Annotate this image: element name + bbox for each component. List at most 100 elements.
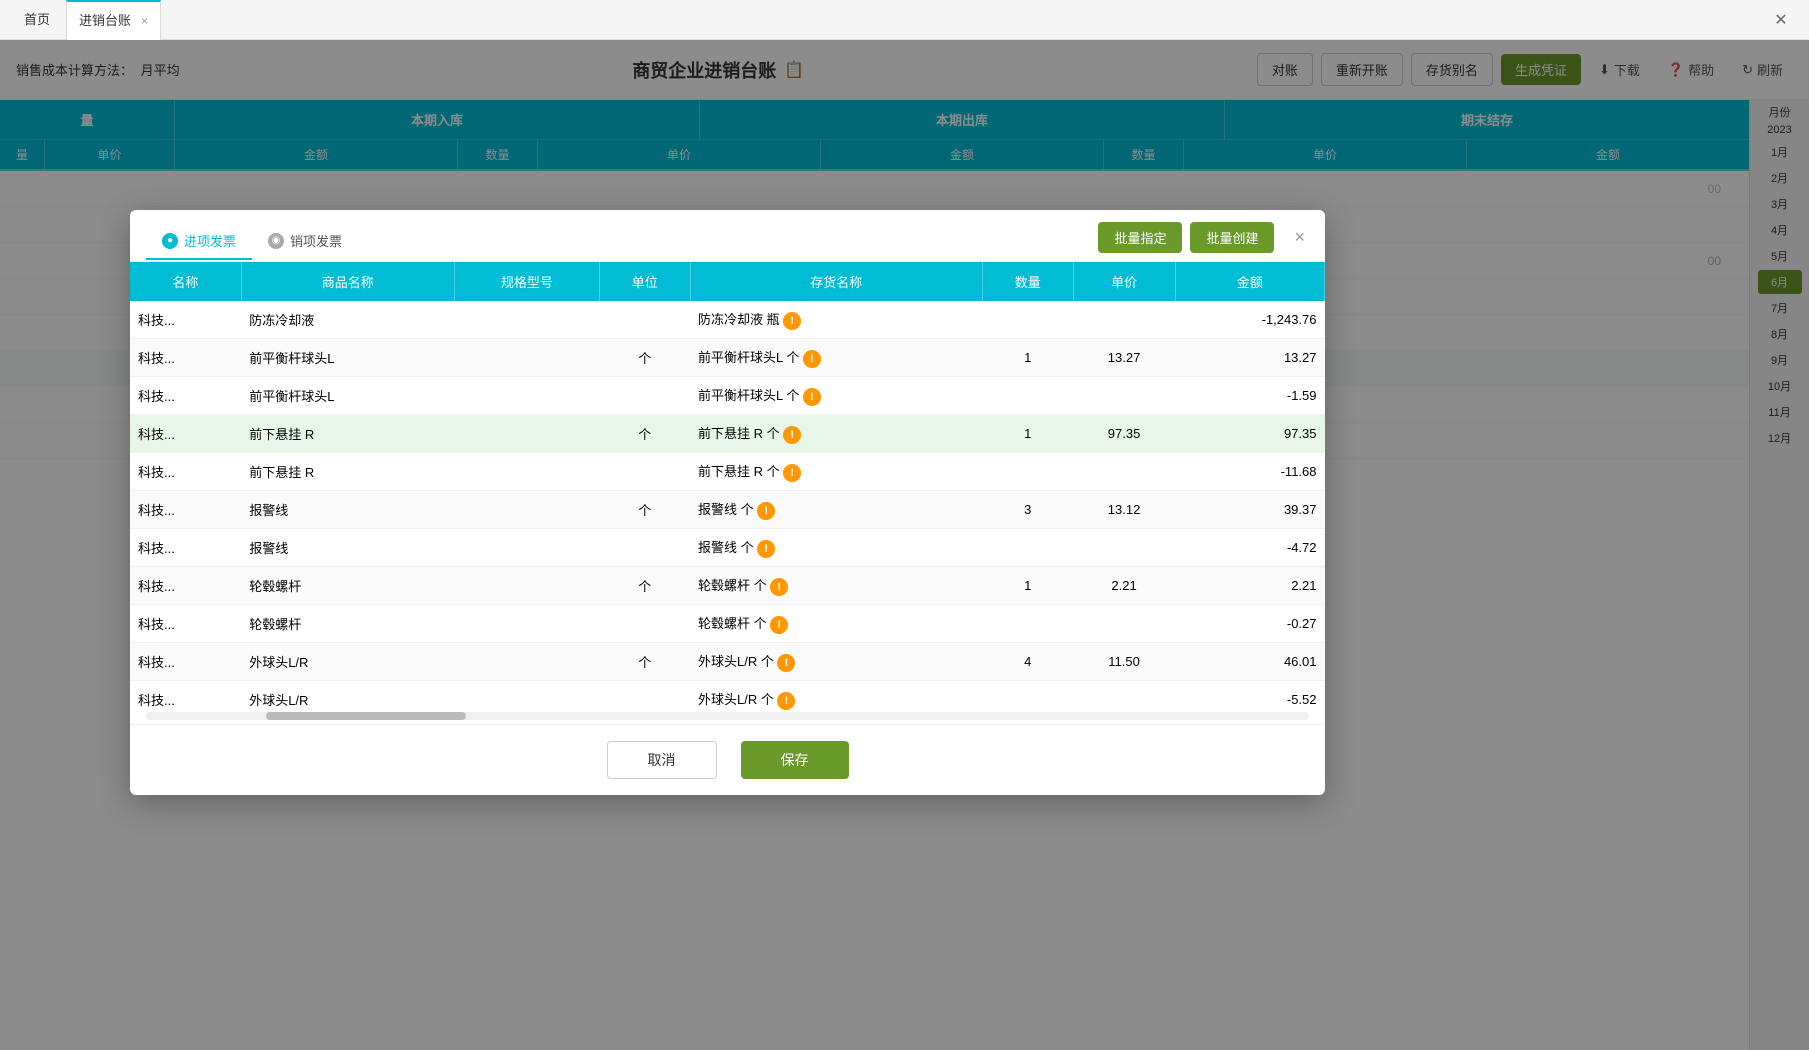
batch-create-button[interactable]: 批量创建 (1190, 222, 1274, 253)
cell-unit: 个 (599, 415, 690, 453)
table-header-row: 名称 商品名称 规格型号 单位 存货名称 数量 单价 金额 (130, 262, 1325, 301)
incoming-tab-icon: ● (162, 233, 178, 249)
tab-incoming-invoice[interactable]: ● 进项发票 (146, 223, 252, 260)
cell-name: 科技... (130, 415, 241, 453)
warning-icon: ! (783, 312, 801, 330)
cell-amount: 2.21 (1175, 567, 1324, 605)
table-row: 科技... 防冻冷却液 防冻冷却液 瓶 ! -1,243.76 (130, 301, 1325, 339)
cell-unit (599, 377, 690, 415)
th-unit: 单位 (599, 262, 690, 301)
cell-quantity: 4 (982, 643, 1073, 681)
tab-home[interactable]: 首页 (8, 0, 66, 40)
cell-product-name: 报警线 (241, 529, 454, 567)
table-row: 科技... 外球头L/R 个 外球头L/R 个 ! 4 11.50 46.01 (130, 643, 1325, 681)
table-row: 科技... 轮毂螺杆 轮毂螺杆 个 ! -0.27 (130, 605, 1325, 643)
cell-price: 97.35 (1073, 415, 1175, 453)
cell-spec (454, 301, 599, 339)
top-bar-right: ✕ (1761, 0, 1801, 40)
warning-icon: ! (770, 616, 788, 634)
cell-product-name: 外球头L/R (241, 643, 454, 681)
top-bar: 首页 进销台账 × ✕ (0, 0, 1809, 40)
cell-price (1073, 605, 1175, 643)
cell-product-name: 外球头L/R (241, 681, 454, 713)
cell-quantity: 1 (982, 415, 1073, 453)
cell-price (1073, 453, 1175, 491)
th-product-name: 商品名称 (241, 262, 454, 301)
cell-spec (454, 453, 599, 491)
cell-unit: 个 (599, 491, 690, 529)
cell-spec (454, 415, 599, 453)
warning-icon: ! (777, 654, 795, 672)
table-row: 科技... 报警线 报警线 个 ! -4.72 (130, 529, 1325, 567)
dialog: ● 进项发票 ◉ 销项发票 批量指定 批量创建 × 名称 商品名称 规格型号 (130, 210, 1325, 795)
table-row: 科技... 外球头L/R 外球头L/R 个 ! -5.52 (130, 681, 1325, 713)
cell-unit (599, 529, 690, 567)
th-spec: 规格型号 (454, 262, 599, 301)
cell-price: 11.50 (1073, 643, 1175, 681)
cell-quantity (982, 453, 1073, 491)
cell-spec (454, 681, 599, 713)
cell-name: 科技... (130, 301, 241, 339)
cell-price (1073, 681, 1175, 713)
cell-amount: -0.27 (1175, 605, 1324, 643)
cell-product-name: 前下悬挂 R (241, 415, 454, 453)
cell-spec (454, 605, 599, 643)
table-row: 科技... 报警线 个 报警线 个 ! 3 13.12 39.37 (130, 491, 1325, 529)
dialog-table-wrap: 名称 商品名称 规格型号 单位 存货名称 数量 单价 金额 科技... 防冻冷却… (130, 262, 1325, 712)
warning-icon: ! (783, 426, 801, 444)
th-amount: 金额 (1175, 262, 1324, 301)
cell-inventory-name: 前平衡杆球头L 个 ! (690, 339, 982, 377)
cell-spec (454, 377, 599, 415)
cell-inventory-name: 报警线 个 ! (690, 529, 982, 567)
tab-active[interactable]: 进销台账 × (66, 0, 161, 40)
cell-amount: -5.52 (1175, 681, 1324, 713)
tab-outgoing-invoice[interactable]: ◉ 销项发票 (252, 223, 358, 260)
cell-name: 科技... (130, 567, 241, 605)
cell-quantity (982, 301, 1073, 339)
warning-icon: ! (803, 388, 821, 406)
table-row: 科技... 前下悬挂 R 前下悬挂 R 个 ! -11.68 (130, 453, 1325, 491)
cell-spec (454, 567, 599, 605)
dialog-footer: 取消 保存 (130, 724, 1325, 795)
cell-inventory-name: 轮毂螺杆 个 ! (690, 605, 982, 643)
dialog-scrollbar-thumb (266, 712, 466, 720)
cell-inventory-name: 外球头L/R 个 ! (690, 681, 982, 713)
cell-name: 科技... (130, 453, 241, 491)
dialog-table: 名称 商品名称 规格型号 单位 存货名称 数量 单价 金额 科技... 防冻冷却… (130, 262, 1325, 712)
cell-unit: 个 (599, 643, 690, 681)
save-button[interactable]: 保存 (741, 741, 849, 779)
cancel-button[interactable]: 取消 (607, 741, 717, 779)
cell-name: 科技... (130, 377, 241, 415)
cell-name: 科技... (130, 491, 241, 529)
table-row: 科技... 前下悬挂 R 个 前下悬挂 R 个 ! 1 97.35 97.35 (130, 415, 1325, 453)
cell-amount: 46.01 (1175, 643, 1324, 681)
cell-unit: 个 (599, 339, 690, 377)
th-inventory-name: 存货名称 (690, 262, 982, 301)
cell-quantity: 1 (982, 567, 1073, 605)
cell-product-name: 前下悬挂 R (241, 453, 454, 491)
table-row: 科技... 前平衡杆球头L 前平衡杆球头L 个 ! -1.59 (130, 377, 1325, 415)
outgoing-tab-icon: ◉ (268, 233, 284, 249)
cell-unit (599, 453, 690, 491)
dialog-table-body: 科技... 防冻冷却液 防冻冷却液 瓶 ! -1,243.76 科技... 前平… (130, 301, 1325, 712)
dialog-scrollbar[interactable] (146, 712, 1309, 720)
window-close-button[interactable]: ✕ (1761, 0, 1801, 40)
cell-product-name: 前平衡杆球头L (241, 377, 454, 415)
cell-quantity (982, 605, 1073, 643)
cell-unit (599, 605, 690, 643)
outgoing-tab-label: 销项发票 (290, 231, 342, 250)
warning-icon: ! (757, 540, 775, 558)
cell-product-name: 防冻冷却液 (241, 301, 454, 339)
cell-spec (454, 643, 599, 681)
tab-close-icon[interactable]: × (141, 2, 148, 40)
cell-amount: -1,243.76 (1175, 301, 1324, 339)
cell-product-name: 报警线 (241, 491, 454, 529)
batch-assign-button[interactable]: 批量指定 (1098, 222, 1182, 253)
cell-amount: 97.35 (1175, 415, 1324, 453)
warning-icon: ! (783, 464, 801, 482)
cell-unit: 个 (599, 567, 690, 605)
cell-unit (599, 681, 690, 713)
dialog-close-button[interactable]: × (1290, 227, 1309, 248)
dialog-header: ● 进项发票 ◉ 销项发票 批量指定 批量创建 × (130, 210, 1325, 262)
cell-amount: 13.27 (1175, 339, 1324, 377)
